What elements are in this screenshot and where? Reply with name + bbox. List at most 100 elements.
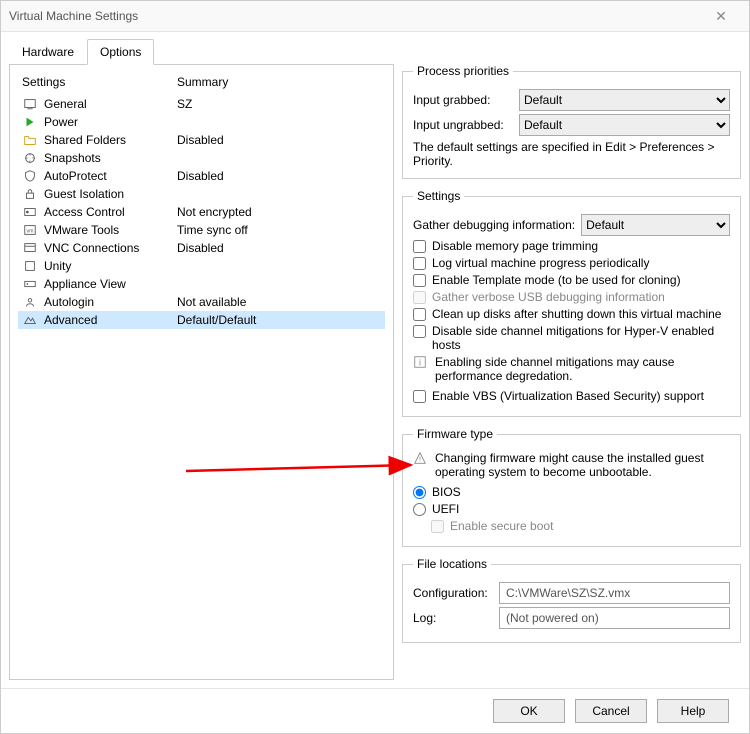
list-item-name: Access Control <box>44 205 177 219</box>
dialog-footer: OK Cancel Help <box>1 688 749 733</box>
list-item-summary: Not encrypted <box>177 205 381 219</box>
svg-text:vm: vm <box>27 229 35 235</box>
appliance-icon <box>22 277 38 291</box>
cb-usb-debug: Gather verbose USB debugging information <box>413 290 730 304</box>
list-item-name: VNC Connections <box>44 241 177 255</box>
cb-side-channel[interactable]: Disable side channel mitigations for Hyp… <box>413 324 730 352</box>
vm-settings-window: Virtual Machine Settings ✕ Hardware Opti… <box>0 0 750 734</box>
vm-icon: vm <box>22 223 38 237</box>
list-item-summary: Disabled <box>177 169 381 183</box>
svg-text:i: i <box>419 358 421 368</box>
cb-template-mode[interactable]: Enable Template mode (to be used for clo… <box>413 273 730 287</box>
list-item-summary: SZ <box>177 97 381 111</box>
priority-note: The default settings are specified in Ed… <box>413 140 730 168</box>
list-item-autologin[interactable]: AutologinNot available <box>18 293 385 311</box>
list-item-name: Guest Isolation <box>44 187 177 201</box>
list-item-name: Unity <box>44 259 177 273</box>
col-settings: Settings <box>22 75 177 89</box>
cancel-button[interactable]: Cancel <box>575 699 647 723</box>
info-icon: i <box>413 355 427 383</box>
list-item-name: AutoProtect <box>44 169 177 183</box>
dialog-body: Settings Summary GeneralSZPowerShared Fo… <box>1 64 749 688</box>
list-item-advanced[interactable]: AdvancedDefault/Default <box>18 311 385 329</box>
unity-icon <box>22 259 38 273</box>
firmware-legend: Firmware type <box>413 427 497 441</box>
warning-icon: ! <box>413 451 427 479</box>
list-item-snapshots[interactable]: Snapshots <box>18 149 385 167</box>
firmware-group: Firmware type ! Changing firmware might … <box>402 427 741 547</box>
list-item-vmware-tools[interactable]: vm VMware ToolsTime sync off <box>18 221 385 239</box>
list-item-name: Shared Folders <box>44 133 177 147</box>
advanced-icon <box>22 313 38 327</box>
cb-vbs[interactable]: Enable VBS (Virtualization Based Securit… <box>413 389 730 403</box>
autologin-icon <box>22 295 38 309</box>
settings-list[interactable]: GeneralSZPowerShared FoldersDisabledSnap… <box>18 95 385 329</box>
col-summary: Summary <box>177 75 381 89</box>
close-icon[interactable]: ✕ <box>701 8 741 25</box>
right-panel: Process priorities Input grabbed: Defaul… <box>402 64 741 680</box>
svg-text:!: ! <box>419 457 421 464</box>
lock-icon <box>22 187 38 201</box>
radio-uefi[interactable]: UEFI <box>413 502 730 516</box>
shield-icon <box>22 169 38 183</box>
input-ungrabbed-select[interactable]: Default <box>519 114 730 136</box>
snapshot-icon <box>22 151 38 165</box>
list-item-access-control[interactable]: Access ControlNot encrypted <box>18 203 385 221</box>
files-legend: File locations <box>413 557 491 571</box>
power-icon <box>22 115 38 129</box>
tab-hardware[interactable]: Hardware <box>9 39 87 65</box>
list-item-shared-folders[interactable]: Shared FoldersDisabled <box>18 131 385 149</box>
window-title: Virtual Machine Settings <box>9 9 701 23</box>
cb-cleanup-disks[interactable]: Clean up disks after shutting down this … <box>413 307 730 321</box>
config-path: C:\VMWare\SZ\SZ.vmx <box>499 582 730 604</box>
cb-secure-boot: Enable secure boot <box>431 519 730 533</box>
list-item-summary: Disabled <box>177 241 381 255</box>
cb-log-progress[interactable]: Log virtual machine progress periodicall… <box>413 256 730 270</box>
general-icon <box>22 97 38 111</box>
help-button[interactable]: Help <box>657 699 729 723</box>
list-item-autoprotect[interactable]: AutoProtectDisabled <box>18 167 385 185</box>
tab-strip: Hardware Options <box>1 32 749 64</box>
tab-options[interactable]: Options <box>87 39 154 65</box>
list-item-summary: Default/Default <box>177 313 381 327</box>
list-item-vnc-connections[interactable]: VNC ConnectionsDisabled <box>18 239 385 257</box>
input-grabbed-label: Input grabbed: <box>413 93 513 107</box>
side-channel-info: i Enabling side channel mitigations may … <box>413 355 730 383</box>
config-label: Configuration: <box>413 586 493 600</box>
list-item-power[interactable]: Power <box>18 113 385 131</box>
list-header: Settings Summary <box>18 73 385 91</box>
cb-memory-trimming[interactable]: Disable memory page trimming <box>413 239 730 253</box>
input-grabbed-select[interactable]: Default <box>519 89 730 111</box>
gather-debug-select[interactable]: Default <box>581 214 730 236</box>
ok-button[interactable]: OK <box>493 699 565 723</box>
list-item-appliance-view[interactable]: Appliance View <box>18 275 385 293</box>
list-item-summary: Disabled <box>177 133 381 147</box>
list-item-summary: Time sync off <box>177 223 381 237</box>
title-bar: Virtual Machine Settings ✕ <box>1 1 749 32</box>
folder-icon <box>22 133 38 147</box>
log-path: (Not powered on) <box>499 607 730 629</box>
settings-legend: Settings <box>413 189 464 203</box>
process-priorities-group: Process priorities Input grabbed: Defaul… <box>402 64 741 179</box>
list-item-name: General <box>44 97 177 111</box>
settings-list-panel: Settings Summary GeneralSZPowerShared Fo… <box>9 64 394 680</box>
radio-bios[interactable]: BIOS <box>413 485 730 499</box>
process-legend: Process priorities <box>413 64 513 78</box>
list-item-guest-isolation[interactable]: Guest Isolation <box>18 185 385 203</box>
log-label: Log: <box>413 611 493 625</box>
list-item-name: Appliance View <box>44 277 177 291</box>
input-ungrabbed-label: Input ungrabbed: <box>413 118 513 132</box>
list-item-name: Advanced <box>44 313 177 327</box>
file-locations-group: File locations Configuration: C:\VMWare\… <box>402 557 741 643</box>
list-item-general[interactable]: GeneralSZ <box>18 95 385 113</box>
list-item-name: Snapshots <box>44 151 177 165</box>
list-item-summary: Not available <box>177 295 381 309</box>
settings-group: Settings Gather debugging information: D… <box>402 189 741 417</box>
list-item-name: Autologin <box>44 295 177 309</box>
list-item-unity[interactable]: Unity <box>18 257 385 275</box>
list-item-name: VMware Tools <box>44 223 177 237</box>
vnc-icon <box>22 241 38 255</box>
access-icon <box>22 205 38 219</box>
firmware-warning: ! Changing firmware might cause the inst… <box>413 451 730 479</box>
list-item-name: Power <box>44 115 177 129</box>
